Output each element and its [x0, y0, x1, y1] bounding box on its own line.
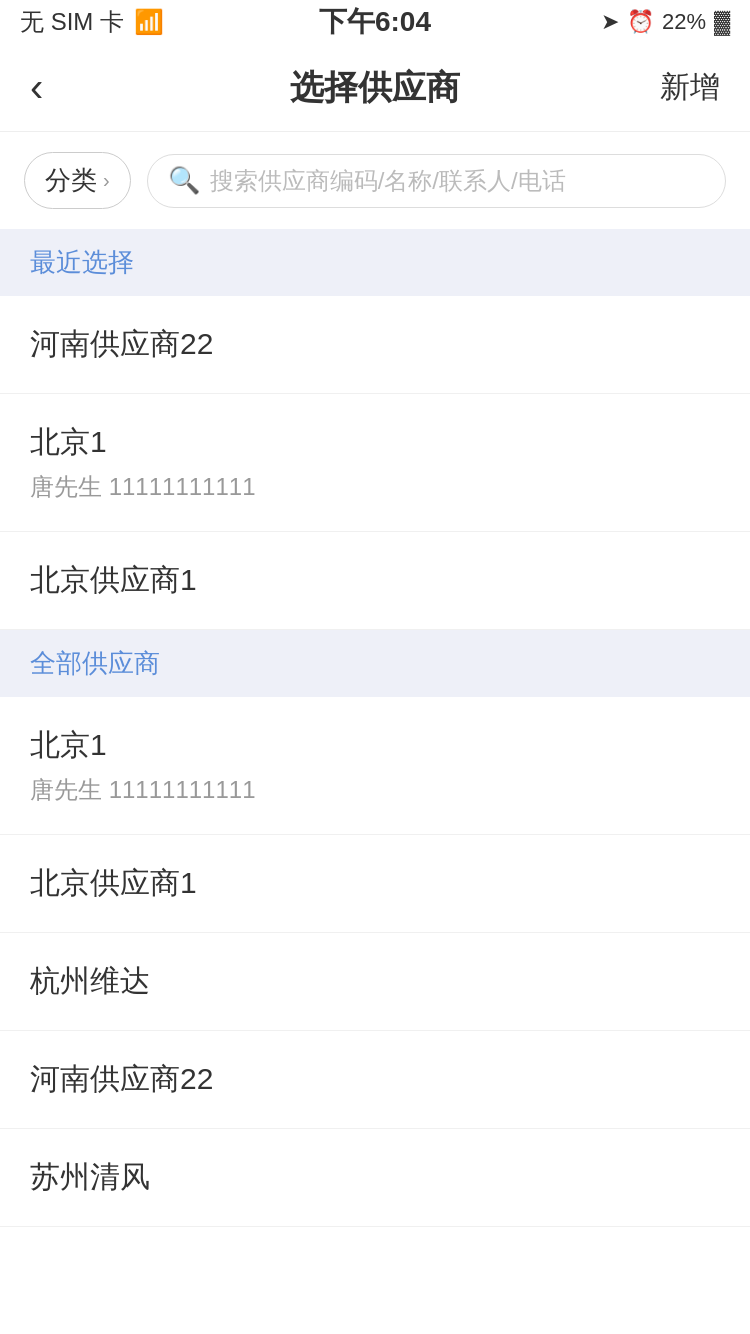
list-item[interactable]: 河南供应商22	[0, 296, 750, 394]
battery-label: 22%	[662, 9, 706, 35]
status-time: 下午6:04	[319, 3, 431, 41]
item-name: 河南供应商22	[30, 324, 720, 365]
chevron-right-icon: ›	[103, 169, 110, 192]
search-icon: 🔍	[168, 165, 200, 196]
item-name: 北京1	[30, 725, 720, 766]
status-left: 无 SIM 卡 📶	[20, 6, 164, 38]
nav-bar: ‹ 选择供应商 新增	[0, 44, 750, 132]
item-name: 北京供应商1	[30, 863, 720, 904]
item-sub: 唐先生 11111111111	[30, 471, 720, 503]
search-placeholder: 搜索供应商编码/名称/联系人/电话	[210, 165, 566, 197]
back-button[interactable]: ‹	[30, 65, 90, 110]
wifi-icon: 📶	[134, 8, 164, 36]
item-name: 河南供应商22	[30, 1059, 720, 1100]
location-icon: ➤	[601, 9, 619, 35]
recent-section-header: 最近选择	[0, 229, 750, 296]
list-item[interactable]: 北京1 唐先生 11111111111	[0, 697, 750, 835]
item-name: 北京供应商1	[30, 560, 720, 601]
recent-list: 河南供应商22 北京1 唐先生 11111111111 北京供应商1	[0, 296, 750, 630]
status-bar: 无 SIM 卡 📶 下午6:04 ➤ ⏰ 22% ▓	[0, 0, 750, 44]
filter-bar: 分类 › 🔍 搜索供应商编码/名称/联系人/电话	[0, 132, 750, 229]
list-item[interactable]: 北京供应商1	[0, 532, 750, 630]
page-title: 选择供应商	[290, 65, 460, 111]
item-name: 杭州维达	[30, 961, 720, 1002]
list-item[interactable]: 北京供应商1	[0, 835, 750, 933]
item-name: 苏州清风	[30, 1157, 720, 1198]
search-box[interactable]: 🔍 搜索供应商编码/名称/联系人/电话	[147, 154, 726, 208]
alarm-icon: ⏰	[627, 9, 654, 35]
list-item[interactable]: 河南供应商22	[0, 1031, 750, 1129]
item-sub: 唐先生 11111111111	[30, 774, 720, 806]
battery-icon: ▓	[714, 9, 730, 35]
sim-label: 无 SIM 卡	[20, 6, 124, 38]
add-button[interactable]: 新增	[660, 67, 720, 108]
list-item[interactable]: 杭州维达	[0, 933, 750, 1031]
status-right: ➤ ⏰ 22% ▓	[601, 9, 730, 35]
item-name: 北京1	[30, 422, 720, 463]
category-label: 分类	[45, 163, 97, 198]
category-button[interactable]: 分类 ›	[24, 152, 131, 209]
list-item[interactable]: 北京1 唐先生 11111111111	[0, 394, 750, 532]
all-section-header: 全部供应商	[0, 630, 750, 697]
list-item[interactable]: 苏州清风	[0, 1129, 750, 1227]
all-list: 北京1 唐先生 11111111111 北京供应商1 杭州维达河南供应商22 苏州清风	[0, 697, 750, 1227]
